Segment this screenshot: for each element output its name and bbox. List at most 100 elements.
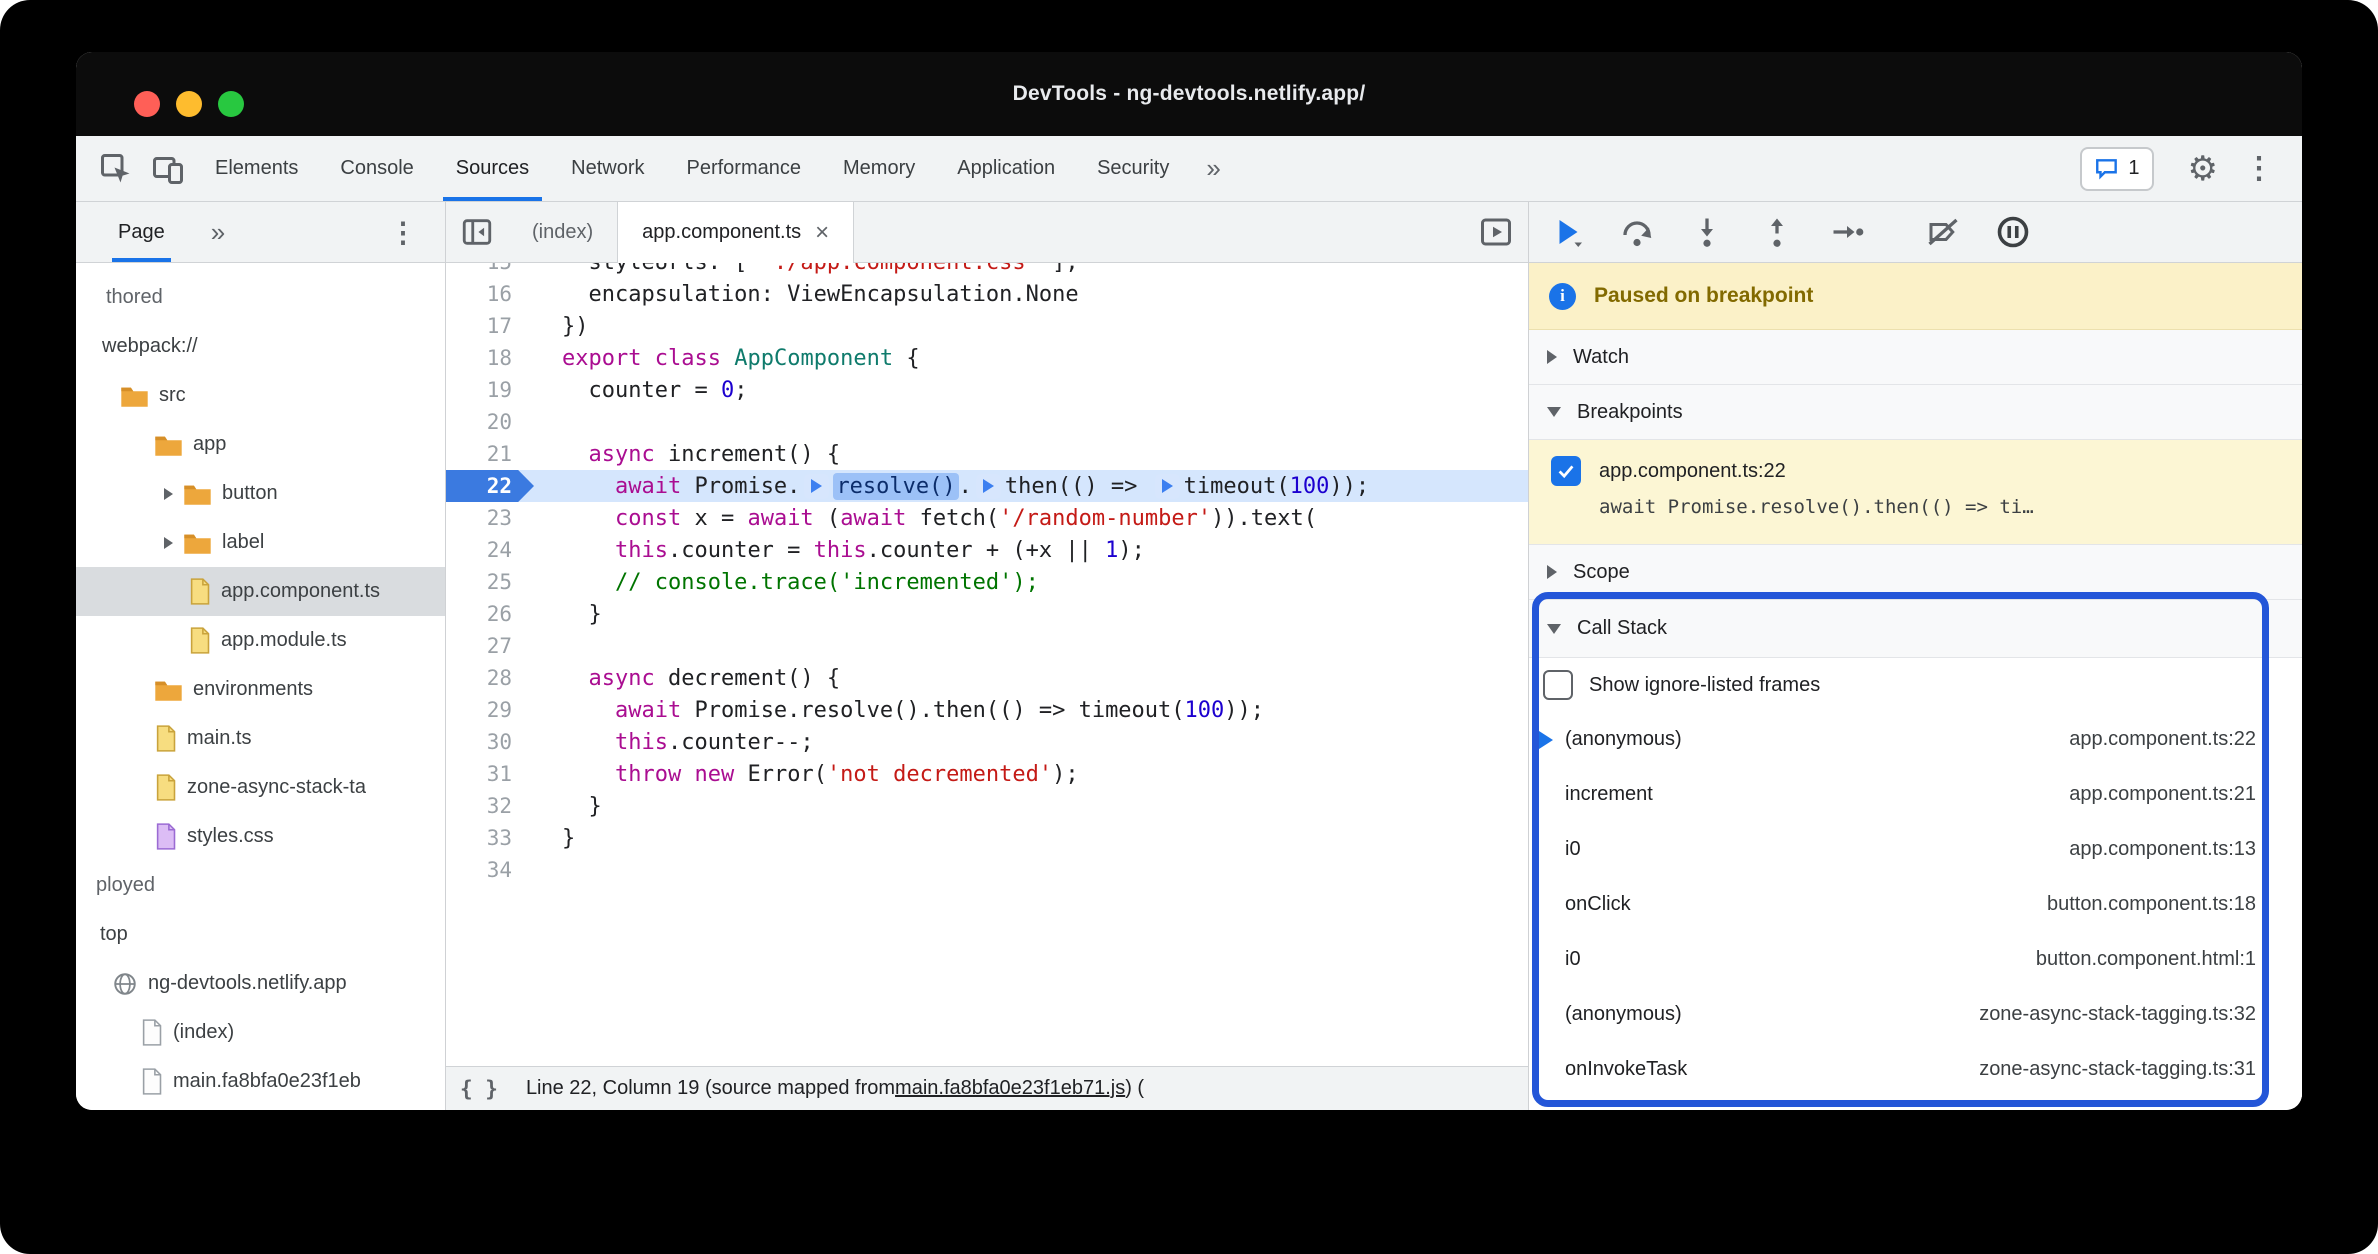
tree-item-environments[interactable]: environments: [76, 665, 445, 714]
code-line-22[interactable]: 22 await Promise. resolve(). then(() => ti…: [446, 470, 1528, 502]
editor-panel-toggle-button[interactable]: [1478, 202, 1528, 262]
tab-page[interactable]: Page: [112, 202, 171, 262]
code-line-15[interactable]: 15 styleUrls: [ './app.component.css' ],: [446, 263, 1528, 278]
code-line-20[interactable]: 20: [446, 406, 1528, 438]
line-number[interactable]: 31: [446, 758, 534, 790]
async-step-marker-icon[interactable]: [804, 473, 830, 499]
device-toolbar-button[interactable]: [142, 136, 194, 201]
call-stack-frame[interactable]: i0 button.component.html:1: [1529, 932, 2302, 987]
pause-on-exceptions-button[interactable]: [1993, 212, 2033, 252]
line-number[interactable]: 30: [446, 726, 534, 758]
breakpoint-entry[interactable]: app.component.ts:22 await Promise.resolv…: [1529, 440, 2302, 545]
inspect-element-button[interactable]: [90, 136, 142, 201]
resume-button[interactable]: [1547, 212, 1587, 252]
tree-item-button[interactable]: button: [76, 469, 445, 518]
line-number[interactable]: 29: [446, 694, 534, 726]
line-number[interactable]: 27: [446, 630, 534, 662]
frame-location[interactable]: app.component.ts:13: [2069, 838, 2256, 861]
line-number[interactable]: 28: [446, 662, 534, 694]
tree-item-top[interactable]: top: [76, 910, 445, 959]
line-number[interactable]: 24: [446, 534, 534, 566]
breakpoint-line-number[interactable]: 22: [446, 470, 534, 502]
more-navigator-tabs-chevron[interactable]: »: [171, 202, 265, 262]
frame-location[interactable]: zone-async-stack-tagging.ts:32: [1979, 1003, 2256, 1026]
issues-badge[interactable]: 1: [2080, 146, 2154, 191]
breakpoint-checkbox[interactable]: [1551, 456, 1581, 486]
code-line-31[interactable]: 31 throw new Error('not decremented');: [446, 758, 1528, 790]
line-number[interactable]: 16: [446, 278, 534, 310]
line-number[interactable]: 34: [446, 854, 534, 886]
tree-item-ng-devtools-netlify-app[interactable]: ng-devtools.netlify.app: [76, 959, 445, 1008]
pretty-print-icon[interactable]: { }: [460, 1077, 498, 1101]
tab-memory[interactable]: Memory: [822, 136, 936, 201]
frame-location[interactable]: button.component.html:1: [2036, 948, 2256, 971]
tree-item-app[interactable]: app: [76, 420, 445, 469]
more-panels-chevron[interactable]: »: [1190, 136, 1236, 201]
frame-location[interactable]: app.component.ts:22: [2069, 728, 2256, 751]
ignore-listed-frames-row[interactable]: Show ignore-listed frames: [1529, 658, 2302, 712]
source-map-link[interactable]: main.fa8bfa0e23f1eb71.js: [895, 1077, 1125, 1100]
code-line-16[interactable]: 16 encapsulation: ViewEncapsulation.None: [446, 278, 1528, 310]
section-watch[interactable]: Watch: [1529, 330, 2302, 385]
code-line-28[interactable]: 28 async decrement() {: [446, 662, 1528, 694]
call-stack-frame[interactable]: increment app.component.ts:21: [1529, 767, 2302, 822]
section-breakpoints[interactable]: Breakpoints: [1529, 385, 2302, 440]
line-number[interactable]: 23: [446, 502, 534, 534]
tab-performance[interactable]: Performance: [666, 136, 823, 201]
tab-network[interactable]: Network: [550, 136, 665, 201]
tree-item-label[interactable]: label: [76, 518, 445, 567]
call-stack-frame[interactable]: i0 app.component.ts:13: [1529, 822, 2302, 877]
tab-elements[interactable]: Elements: [194, 136, 319, 201]
code-editor[interactable]: 15 styleUrls: [ './app.component.css' ],…: [446, 263, 1528, 1066]
tree-item-styles-css[interactable]: styles.css: [76, 812, 445, 861]
line-number[interactable]: 19: [446, 374, 534, 406]
line-number[interactable]: 18: [446, 342, 534, 374]
close-window-button[interactable]: [134, 91, 160, 117]
deactivate-breakpoints-button[interactable]: [1923, 212, 1963, 252]
call-stack-frame[interactable]: (anonymous) app.component.ts:22: [1529, 712, 2302, 767]
fullscreen-window-button[interactable]: [218, 91, 244, 117]
call-stack-frame[interactable]: onInvokeTask zone-async-stack-tagging.ts:…: [1529, 1042, 2302, 1097]
code-line-33[interactable]: 33}: [446, 822, 1528, 854]
tree-item-main-fa8bfa0e23f1eb[interactable]: main.fa8bfa0e23f1eb: [76, 1057, 445, 1106]
call-stack-frame[interactable]: onClick button.component.ts:18: [1529, 877, 2302, 932]
code-line-23[interactable]: 23 const x = await (await fetch('/random…: [446, 502, 1528, 534]
frame-location[interactable]: zone-async-stack-tagging.ts:31: [1979, 1058, 2256, 1081]
step-into-button[interactable]: [1687, 212, 1727, 252]
tree-item--index-[interactable]: (index): [76, 1008, 445, 1057]
frame-location[interactable]: app.component.ts:21: [2069, 783, 2256, 806]
toggle-navigator-button[interactable]: [446, 202, 508, 262]
code-line-34[interactable]: 34: [446, 854, 1528, 886]
line-number[interactable]: 17: [446, 310, 534, 342]
async-step-marker-icon[interactable]: [975, 473, 1001, 499]
async-step-marker-icon[interactable]: [1154, 473, 1180, 499]
tree-item-app-module-ts[interactable]: app.module.ts: [76, 616, 445, 665]
code-line-30[interactable]: 30 this .counter--;: [446, 726, 1528, 758]
code-line-26[interactable]: 26 }: [446, 598, 1528, 630]
navigator-kebab-icon[interactable]: ⋮: [389, 202, 445, 262]
tree-item-ployed[interactable]: ployed: [76, 861, 445, 910]
code-line-29[interactable]: 29 await Promise.resolve().then(() => ti…: [446, 694, 1528, 726]
code-line-27[interactable]: 27: [446, 630, 1528, 662]
tree-item-src[interactable]: src: [76, 371, 445, 420]
tab-console[interactable]: Console: [319, 136, 434, 201]
section-scope[interactable]: Scope: [1529, 545, 2302, 600]
code-line-17[interactable]: 17}): [446, 310, 1528, 342]
line-number[interactable]: 20: [446, 406, 534, 438]
code-line-18[interactable]: 18 export class AppComponent {: [446, 342, 1528, 374]
line-number[interactable]: 25: [446, 566, 534, 598]
step-out-button[interactable]: [1757, 212, 1797, 252]
line-number[interactable]: 26: [446, 598, 534, 630]
settings-gear-icon[interactable]: ⚙: [2174, 149, 2232, 189]
line-number[interactable]: 21: [446, 438, 534, 470]
tab-application[interactable]: Application: [936, 136, 1076, 201]
tab-sources[interactable]: Sources: [435, 136, 550, 201]
line-number[interactable]: 15: [446, 263, 534, 278]
code-line-21[interactable]: 21 async increment() {: [446, 438, 1528, 470]
disclosure-arrow-icon[interactable]: [164, 487, 173, 500]
tree-item-app-component-ts[interactable]: app.component.ts: [76, 567, 445, 616]
tree-item-zone-async-stack-ta[interactable]: zone-async-stack-ta: [76, 763, 445, 812]
tree-item-thored[interactable]: thored: [76, 273, 445, 322]
tree-item-webpack-[interactable]: webpack://: [76, 322, 445, 371]
tab-security[interactable]: Security: [1076, 136, 1190, 201]
